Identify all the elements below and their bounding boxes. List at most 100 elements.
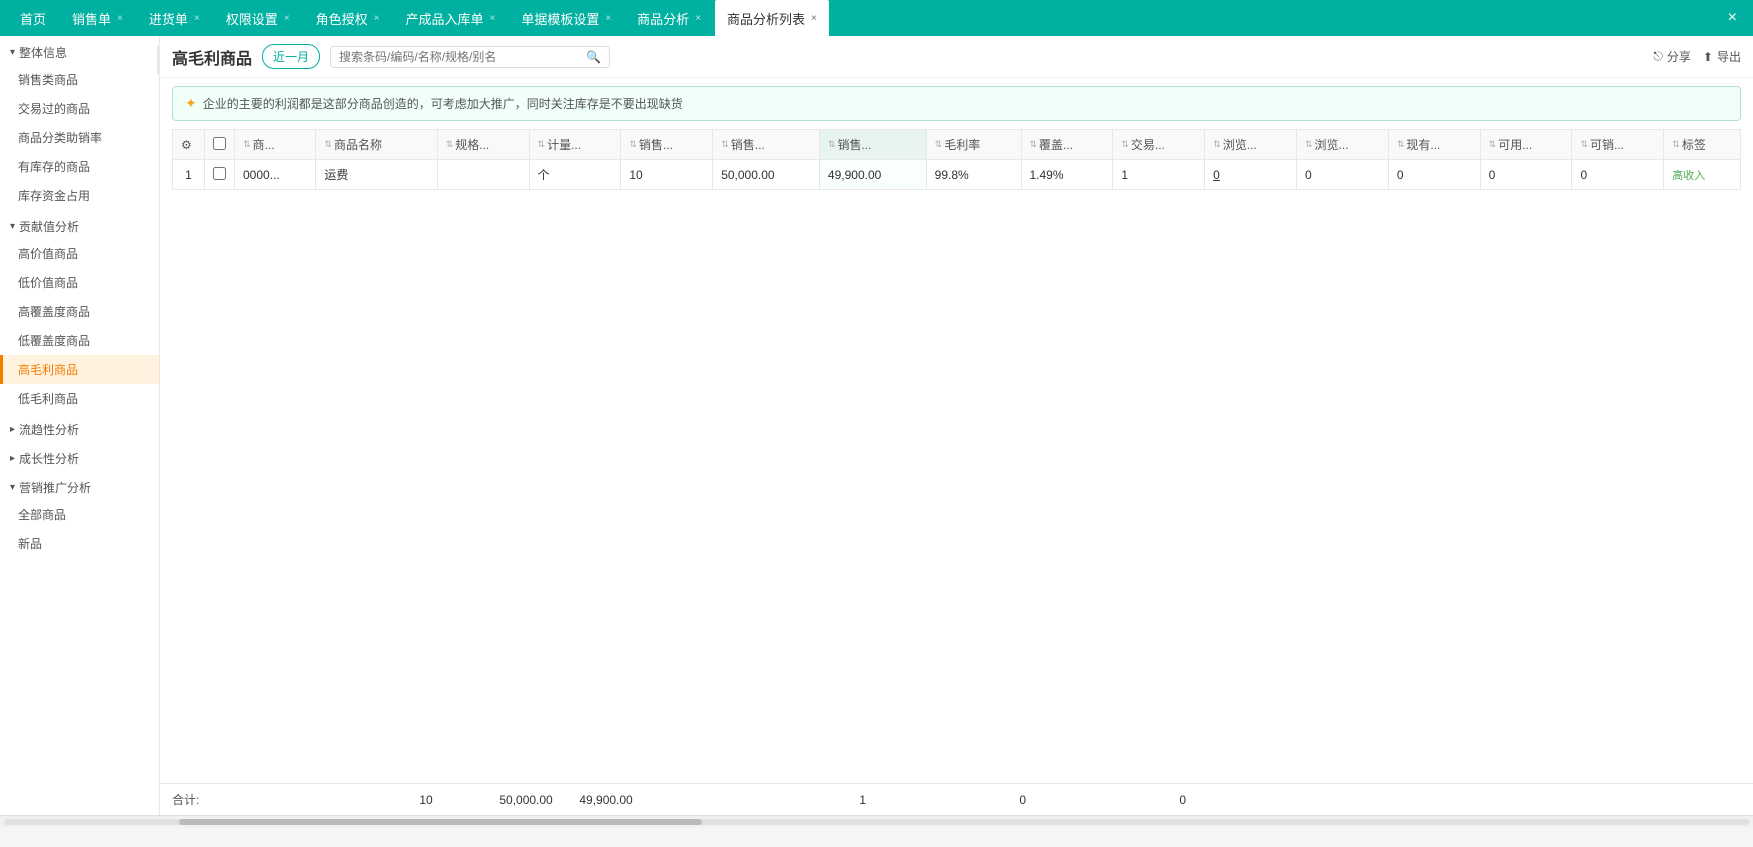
col-sale-amt[interactable]: ⇅ 销售... xyxy=(713,130,820,160)
chevron-down-icon: ▾ xyxy=(10,482,15,493)
search-input[interactable] xyxy=(339,50,582,64)
sidebar-item-high-value[interactable]: 高价值商品 xyxy=(0,239,159,268)
col-sale-qty[interactable]: ⇅ 销售... xyxy=(621,130,713,160)
sidebar-collapse-button[interactable]: « xyxy=(157,46,160,74)
sidebar-item-high-margin[interactable]: 高毛利商品 xyxy=(0,355,159,384)
footer-total-label: 合计: xyxy=(172,791,199,808)
nav-item-purchase[interactable]: 进货单 × xyxy=(137,0,212,36)
sort-icon: ⇅ xyxy=(1030,139,1038,150)
col-saleable[interactable]: ⇅ 可销... xyxy=(1572,130,1664,160)
cell-sale-cost: 49,900.00 xyxy=(819,160,926,190)
col-coverage[interactable]: ⇅ 覆盖... xyxy=(1021,130,1113,160)
footer-cells: 10 50,000.00 49,900.00 1 0 0 xyxy=(211,793,1251,807)
footer-sale-amt: 50,000.00 xyxy=(491,793,571,807)
close-icon[interactable]: × xyxy=(489,13,495,24)
sidebar-section-overall[interactable]: ▾ 整体信息 xyxy=(0,36,159,65)
table-container: ⚙ ⇅ 商... ⇅ xyxy=(160,129,1753,783)
close-icon[interactable]: × xyxy=(811,13,817,24)
footer-sale-qty xyxy=(211,793,411,807)
nav-item-home[interactable]: 首页 xyxy=(8,0,58,36)
table-row: 1 0000... 运费 xyxy=(173,160,1741,190)
sidebar-item-high-coverage[interactable]: 高覆盖度商品 xyxy=(0,297,159,326)
sort-icon: ⇅ xyxy=(1489,139,1497,150)
col-tag[interactable]: ⇅ 标签 xyxy=(1664,130,1741,160)
sort-icon: ⇅ xyxy=(538,139,546,150)
main-layout: « ▾ 整体信息 销售类商品 交易过的商品 商品分类助销率 有库存的商品 库存资… xyxy=(0,36,1753,815)
close-icon[interactable]: × xyxy=(284,13,290,24)
scrollbar-track[interactable] xyxy=(4,819,1749,825)
search-icon[interactable]: 🔍 xyxy=(586,50,601,64)
close-icon[interactable]: × xyxy=(605,13,611,24)
nav-item-product-in[interactable]: 产成品入库单 × xyxy=(393,0,507,36)
col-settings[interactable]: ⚙ xyxy=(173,130,205,160)
sort-icon: ⇅ xyxy=(1580,139,1588,150)
sidebar-item-stock-capital[interactable]: 库存资金占用 xyxy=(0,181,159,210)
sidebar-item-in-stock[interactable]: 有库存的商品 xyxy=(0,152,159,181)
filter-button[interactable]: 近一月 xyxy=(262,44,320,69)
export-icon: ⬆ xyxy=(1703,50,1713,64)
cell-sale-amt: 50,000.00 xyxy=(713,160,820,190)
nav-item-permission[interactable]: 权限设置 × xyxy=(214,0,302,36)
sidebar-section-contribution[interactable]: ▾ 贡献值分析 xyxy=(0,210,159,239)
nav-item-sales[interactable]: 销售单 × xyxy=(60,0,135,36)
scrollbar-thumb[interactable] xyxy=(179,819,703,825)
sidebar-section-marketing[interactable]: ▾ 营销推广分析 xyxy=(0,471,159,500)
header-actions: ⎋ 分享 ⬆ 导出 xyxy=(1653,48,1741,65)
col-unit[interactable]: ⇅ 计量... xyxy=(529,130,621,160)
share-icon: ⎋ xyxy=(1653,49,1663,64)
footer-trade xyxy=(651,793,851,807)
col-checkbox xyxy=(205,130,235,160)
sidebar-item-low-value[interactable]: 低价值商品 xyxy=(0,268,159,297)
sort-icon: ⇅ xyxy=(1121,139,1129,150)
col-trade[interactable]: ⇅ 交易... xyxy=(1113,130,1205,160)
share-button[interactable]: ⎋ 分享 xyxy=(1653,48,1691,65)
col-name[interactable]: ⇅ 商品名称 xyxy=(316,130,437,160)
cell-available: 0 xyxy=(1480,160,1572,190)
nav-item-analysis-list[interactable]: 商品分析列表 × xyxy=(715,0,829,36)
sidebar-item-low-margin[interactable]: 低毛利商品 xyxy=(0,384,159,413)
col-gross-margin[interactable]: ⇅ 毛利率 xyxy=(926,130,1021,160)
sidebar-item-low-coverage[interactable]: 低覆盖度商品 xyxy=(0,326,159,355)
sidebar-section-trend[interactable]: ▸ 流趋性分析 xyxy=(0,413,159,442)
row-checkbox[interactable] xyxy=(213,167,226,180)
nav-item-analysis[interactable]: 商品分析 × xyxy=(625,0,713,36)
export-button[interactable]: ⬆ 导出 xyxy=(1703,48,1741,65)
sidebar-item-sales-goods[interactable]: 销售类商品 xyxy=(0,65,159,94)
cell-trade: 1 xyxy=(1113,160,1205,190)
cell-unit: 个 xyxy=(529,160,621,190)
data-table: ⚙ ⇅ 商... ⇅ xyxy=(172,129,1741,190)
sidebar-section-growth[interactable]: ▸ 成长性分析 xyxy=(0,442,159,471)
cell-gross-margin: 99.8% xyxy=(926,160,1021,190)
cell-checkbox xyxy=(205,160,235,190)
info-icon: ✦ xyxy=(185,95,197,112)
col-browse2[interactable]: ⇅ 浏览... xyxy=(1296,130,1388,160)
select-all-checkbox[interactable] xyxy=(213,137,226,150)
close-icon[interactable]: × xyxy=(374,13,380,24)
page-title: 高毛利商品 xyxy=(172,45,252,69)
sidebar: « ▾ 整体信息 销售类商品 交易过的商品 商品分类助销率 有库存的商品 库存资… xyxy=(0,36,160,815)
horizontal-scrollbar[interactable] xyxy=(0,815,1753,827)
sidebar-item-new-goods[interactable]: 新品 xyxy=(0,529,159,558)
sidebar-item-category-rate[interactable]: 商品分类助销率 xyxy=(0,123,159,152)
footer-saleable xyxy=(1091,793,1171,807)
cell-browse1[interactable]: 0 xyxy=(1205,160,1297,190)
sidebar-item-all-goods[interactable]: 全部商品 xyxy=(0,500,159,529)
col-sale-cost[interactable]: ⇅ 销售... xyxy=(819,130,926,160)
col-spec[interactable]: ⇅ 规格... xyxy=(437,130,529,160)
footer-sale-cost: 49,900.00 xyxy=(571,793,651,807)
close-icon[interactable]: × xyxy=(695,13,701,24)
sort-icon: ⇅ xyxy=(935,139,943,150)
sidebar-item-traded-goods[interactable]: 交易过的商品 xyxy=(0,94,159,123)
close-icon[interactable]: × xyxy=(194,13,200,24)
sort-icon: ⇅ xyxy=(1397,139,1405,150)
col-browse1[interactable]: ⇅ 浏览... xyxy=(1205,130,1297,160)
col-current-stock[interactable]: ⇅ 现有... xyxy=(1388,130,1480,160)
footer-browse2 xyxy=(931,793,1011,807)
nav-item-template[interactable]: 单据模板设置 × xyxy=(509,0,623,36)
col-available[interactable]: ⇅ 可用... xyxy=(1480,130,1572,160)
nav-item-role[interactable]: 角色授权 × xyxy=(304,0,392,36)
close-all-button[interactable]: × xyxy=(1720,9,1745,27)
close-icon[interactable]: × xyxy=(117,13,123,24)
cell-browse2: 0 xyxy=(1296,160,1388,190)
col-code[interactable]: ⇅ 商... xyxy=(235,130,316,160)
